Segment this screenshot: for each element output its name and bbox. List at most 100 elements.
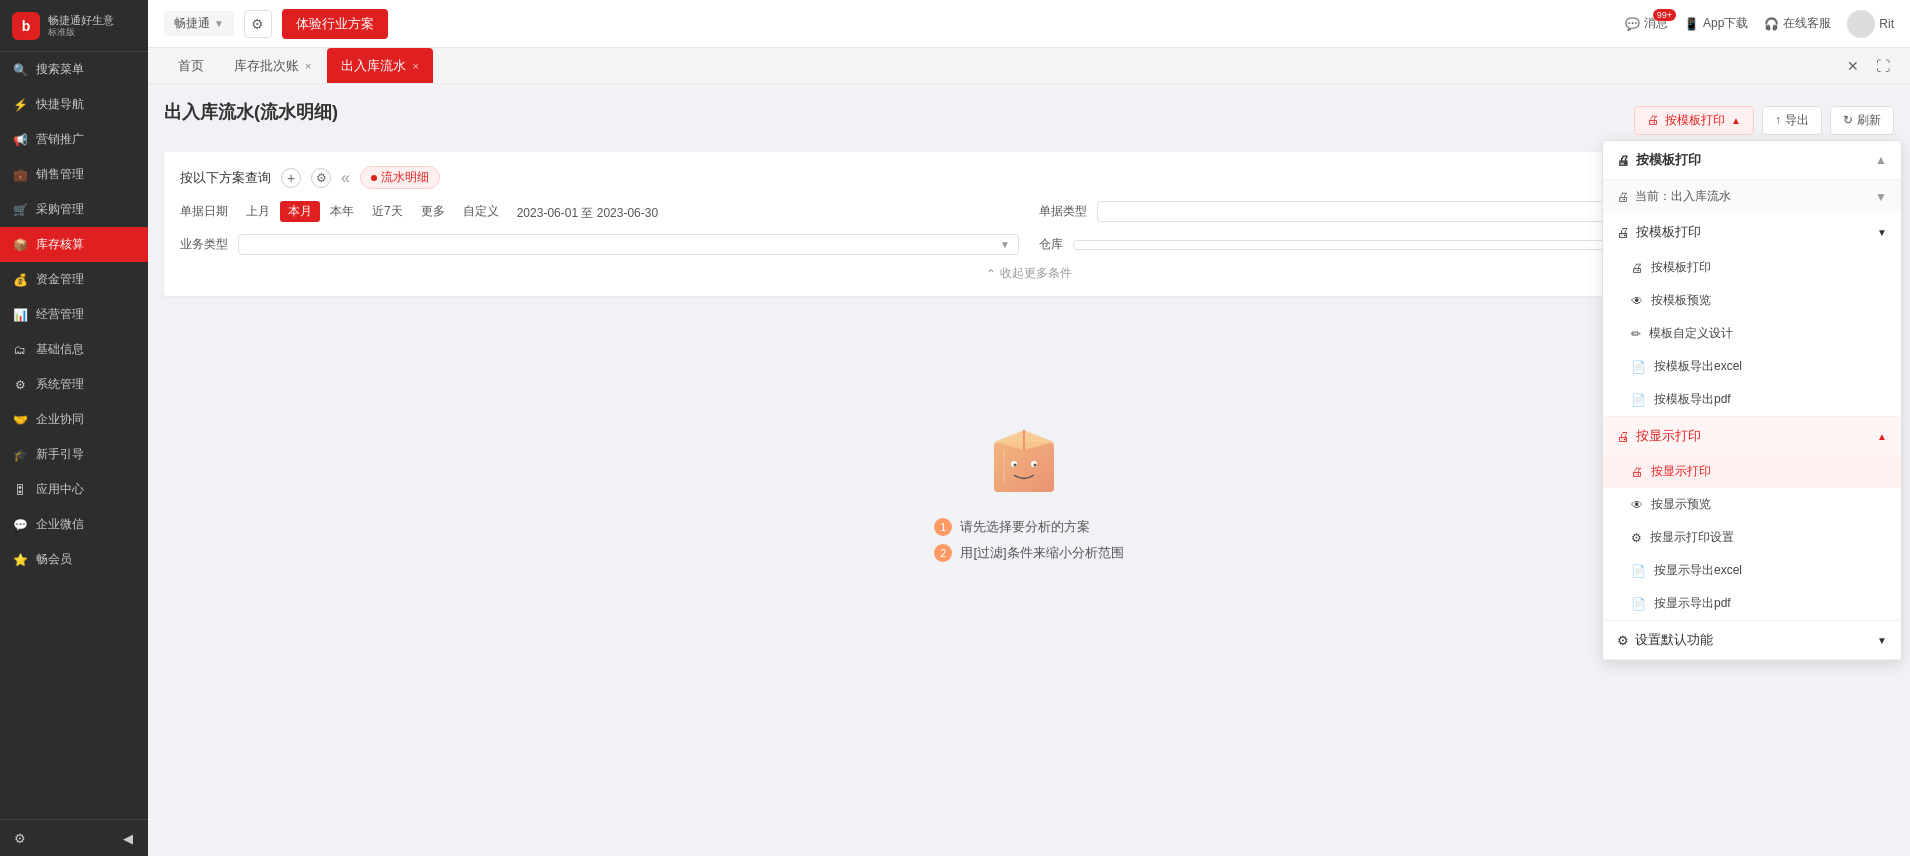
topbar-settings-btn[interactable]: ⚙ [244,10,272,38]
sidebar-item-member[interactable]: ⭐ 畅会员 [0,542,148,577]
basic-icon: 🗂 [12,342,28,358]
date-option-this-year[interactable]: 本年 [322,201,362,222]
refresh-btn[interactable]: ↻ 刷新 [1830,106,1894,135]
logo-text: 畅捷通好生意 标准版 [48,13,114,39]
print-icon: 🖨 [1647,113,1659,127]
industry-btn[interactable]: 体验行业方案 [282,9,388,39]
dropdown-section-display-header[interactable]: 🖨 按显示打印 ▲ [1603,417,1901,455]
refresh-icon: ↻ [1843,113,1853,127]
biz-type-filter-group: 业务类型 ▼ [180,234,1019,255]
settings-bottom-icon[interactable]: ⚙ [12,830,28,846]
sidebar-item-wechat[interactable]: 💬 企业微信 [0,507,148,542]
print-template-btn[interactable]: 🖨 按模板打印 ▲ [1634,106,1754,135]
date-option-7days[interactable]: 近7天 [364,201,411,222]
tab-batch-close-icon[interactable]: × [305,60,311,72]
dropdown-item-display-preview[interactable]: 👁 按显示预览 [1603,488,1901,521]
user-avatar-area[interactable]: Rit [1847,10,1894,38]
default-section-toggle-icon: ▼ [1877,635,1887,646]
filter-tag[interactable]: 流水明细 [360,166,440,189]
display-settings-icon: ⚙ [1631,531,1642,545]
dropdown-header-print-icon: 🖨 [1617,153,1630,168]
avatar [1847,10,1875,38]
sidebar-item-basic[interactable]: 🗂 基础信息 [0,332,148,367]
close-all-tabs-btn[interactable]: ✕ [1842,55,1864,77]
dropdown-item-display-settings[interactable]: ⚙ 按显示打印设置 [1603,521,1901,554]
date-option-last-month[interactable]: 上月 [238,201,278,222]
sidebar-item-inventory[interactable]: 📦 库存核算 [0,227,148,262]
dropdown-section-display: 🖨 按显示打印 ▲ 🖨 按显示打印 👁 按显示预览 ⚙ 按显示打印设置 [1603,417,1901,621]
export-btn[interactable]: ↑ 导出 [1762,106,1822,135]
sidebar-item-guide[interactable]: 🎓 新手引导 [0,437,148,472]
filter-settings-btn[interactable]: ⚙ [311,168,331,188]
template-print-icon: 🖨 [1631,261,1643,275]
dropdown-item-template-preview[interactable]: 👁 按模板预览 [1603,284,1901,317]
headset-icon: 🎧 [1764,17,1779,31]
date-option-custom[interactable]: 自定义 [455,201,507,222]
dropdown-section-template-header[interactable]: 🖨 按模板打印 ▼ [1603,213,1901,251]
default-section-icon: ⚙ [1617,633,1629,648]
export-icon: ↑ [1775,113,1781,127]
dropdown-section-default: ⚙ 设置默认功能 ▼ [1603,621,1901,660]
sidebar-nav: 🔍 搜索菜单 ⚡ 快捷导航 📢 营销推广 💼 销售管理 🛒 采购管理 📦 库存核… [0,52,148,819]
app-download-btn[interactable]: 📱 App下载 [1684,15,1748,32]
sidebar-item-finance[interactable]: 💰 资金管理 [0,262,148,297]
purchase-icon: 🛒 [12,202,28,218]
tabbar-actions: ✕ ⛶ [1842,55,1894,77]
sales-icon: 💼 [12,167,28,183]
dropdown-item-template-excel[interactable]: 📄 按模板导出excel [1603,350,1901,383]
sidebar-item-collab[interactable]: 🤝 企业协同 [0,402,148,437]
filter-collapse-btn[interactable]: « [341,169,350,187]
empty-steps: 1 请先选择要分析的方案 2 用[过滤]条件来缩小分析范围 [934,518,1123,562]
sidebar-item-marketing[interactable]: 📢 营销推广 [0,122,148,157]
dropdown-item-template-print[interactable]: 🖨 按模板打印 [1603,251,1901,284]
display-section-toggle-icon: ▲ [1877,431,1887,442]
inventory-icon: 📦 [12,237,28,253]
expand-btn[interactable]: ⛶ [1872,55,1894,77]
online-service-btn[interactable]: 🎧 在线客服 [1764,15,1831,32]
page-title: 出入库流水(流水明细) [164,100,338,124]
sidebar-item-purchase[interactable]: 🛒 采购管理 [0,192,148,227]
download-icon: 📱 [1684,17,1699,31]
collapse-sidebar-icon[interactable]: ◀ [120,830,136,846]
user-selector[interactable]: 畅捷通 ▼ [164,11,234,36]
sidebar-item-sales[interactable]: 💼 销售管理 [0,157,148,192]
date-option-this-month[interactable]: 本月 [280,201,320,222]
dropdown-section-default-header[interactable]: ⚙ 设置默认功能 ▼ [1603,621,1901,659]
tab-flow-close-icon[interactable]: × [412,60,418,72]
finance-icon: 💰 [12,272,28,288]
marketing-icon: 📢 [12,132,28,148]
dropdown-item-display-pdf[interactable]: 📄 按显示导出pdf [1603,587,1901,620]
dropdown-item-display-print[interactable]: 🖨 按显示打印 [1603,455,1901,488]
empty-step-1: 1 请先选择要分析的方案 [934,518,1123,536]
dropdown-header: 🖨 按模板打印 ▲ [1603,141,1901,180]
message-btn[interactable]: 💬 消息 99+ [1625,15,1668,32]
plus-icon: + [287,170,295,186]
sidebar-item-search[interactable]: 🔍 搜索菜单 [0,52,148,87]
app-logo: b 畅捷通好生意 标准版 [0,0,148,52]
tab-flow[interactable]: 出入库流水 × [327,48,432,83]
dropdown-item-template-custom[interactable]: ✏ 模板自定义设计 [1603,317,1901,350]
tab-home[interactable]: 首页 [164,48,218,83]
topbar: 畅捷通 ▼ ⚙ 体验行业方案 💬 消息 99+ 📱 App下载 🎧 在线客服 [148,0,1910,48]
sidebar-item-app-center[interactable]: 🎛 应用中心 [0,472,148,507]
dropdown-item-template-pdf[interactable]: 📄 按模板导出pdf [1603,383,1901,416]
message-icon: 💬 [1625,17,1640,31]
topbar-right: 💬 消息 99+ 📱 App下载 🎧 在线客服 Rit [1625,10,1894,38]
dropdown-current-arrow: ▼ [1875,190,1887,204]
date-option-more[interactable]: 更多 [413,201,453,222]
sidebar-bottom: ⚙ ◀ [0,819,148,856]
biz-type-input[interactable]: ▼ [238,234,1019,255]
sidebar-item-operation[interactable]: 📊 经营管理 [0,297,148,332]
template-excel-icon: 📄 [1631,360,1646,374]
dropdown-item-display-excel[interactable]: 📄 按显示导出excel [1603,554,1901,587]
template-section-toggle-icon: ▼ [1877,227,1887,238]
sidebar-item-system[interactable]: ⚙ 系统管理 [0,367,148,402]
tab-batch-account[interactable]: 库存批次账 × [220,48,325,83]
date-range-display: 2023-06-01 至 2023-06-30 [517,205,658,222]
template-preview-icon: 👁 [1631,294,1643,308]
filter-add-btn[interactable]: + [281,168,301,188]
svg-point-5 [1014,464,1017,467]
display-pdf-icon: 📄 [1631,597,1646,611]
dropdown-collapse-btn[interactable]: ▲ [1875,153,1887,167]
sidebar-item-quick-nav[interactable]: ⚡ 快捷导航 [0,87,148,122]
